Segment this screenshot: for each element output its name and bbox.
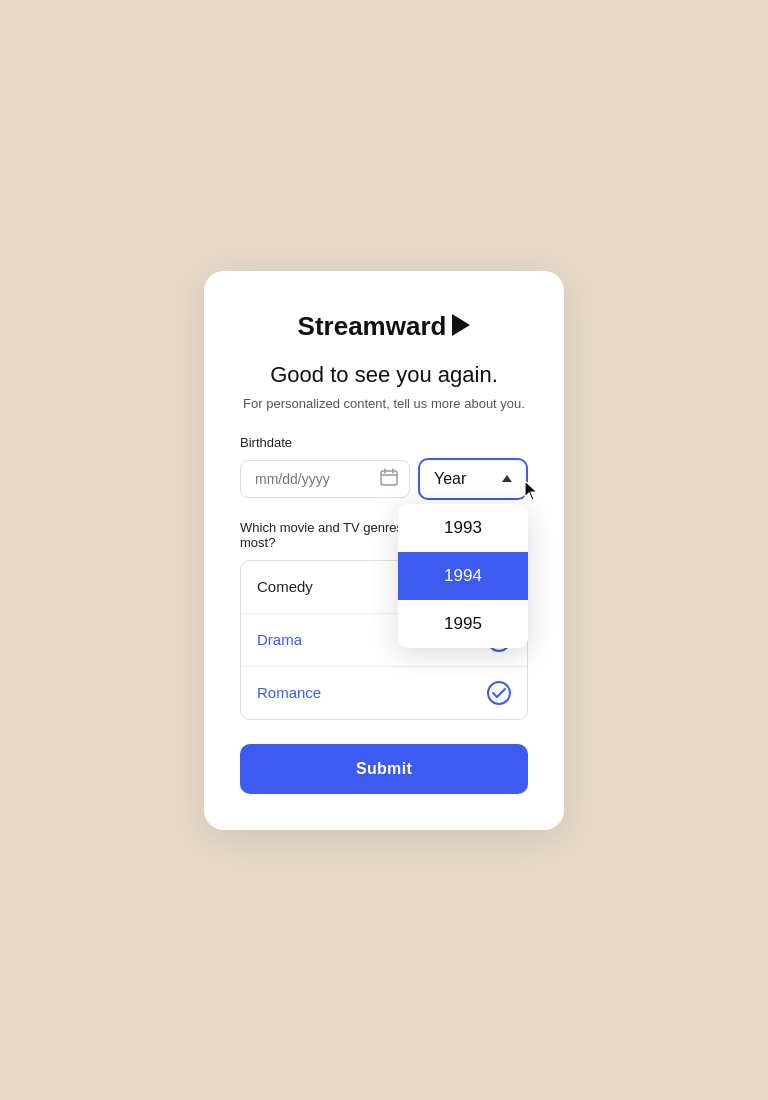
genre-name-comedy: Comedy: [257, 578, 313, 595]
play-icon: [452, 314, 470, 336]
year-trigger-label: Year: [434, 470, 466, 488]
year-dropdown-trigger[interactable]: Year: [418, 458, 528, 500]
logo: Streamward: [298, 311, 471, 342]
date-input[interactable]: [240, 460, 410, 498]
genre-name-romance: Romance: [257, 684, 321, 701]
year-item-1994[interactable]: 1994: [398, 552, 528, 600]
genre-check-romance: [487, 681, 511, 705]
page-subheading: For personalized content, tell us more a…: [240, 396, 528, 411]
submit-button[interactable]: Submit: [240, 744, 528, 794]
date-input-wrapper: [240, 460, 410, 498]
year-dropdown-menu: 1993 1994 1995: [398, 504, 528, 648]
logo-text-label: Streamward: [298, 311, 447, 342]
main-card: Streamward Good to see you again. For pe…: [204, 271, 564, 830]
genre-name-drama: Drama: [257, 631, 302, 648]
year-item-1995[interactable]: 1995: [398, 600, 528, 648]
genre-item-romance[interactable]: Romance: [241, 666, 527, 719]
year-dropdown-container: Year 1993 1994 1995: [418, 458, 528, 500]
chevron-up-icon: [502, 475, 512, 482]
year-item-1993[interactable]: 1993: [398, 504, 528, 552]
page-heading: Good to see you again.: [240, 362, 528, 388]
birthdate-row: Year 1993 1994 1995: [240, 458, 528, 500]
logo-area: Streamward: [240, 311, 528, 342]
birthdate-label: Birthdate: [240, 435, 528, 450]
